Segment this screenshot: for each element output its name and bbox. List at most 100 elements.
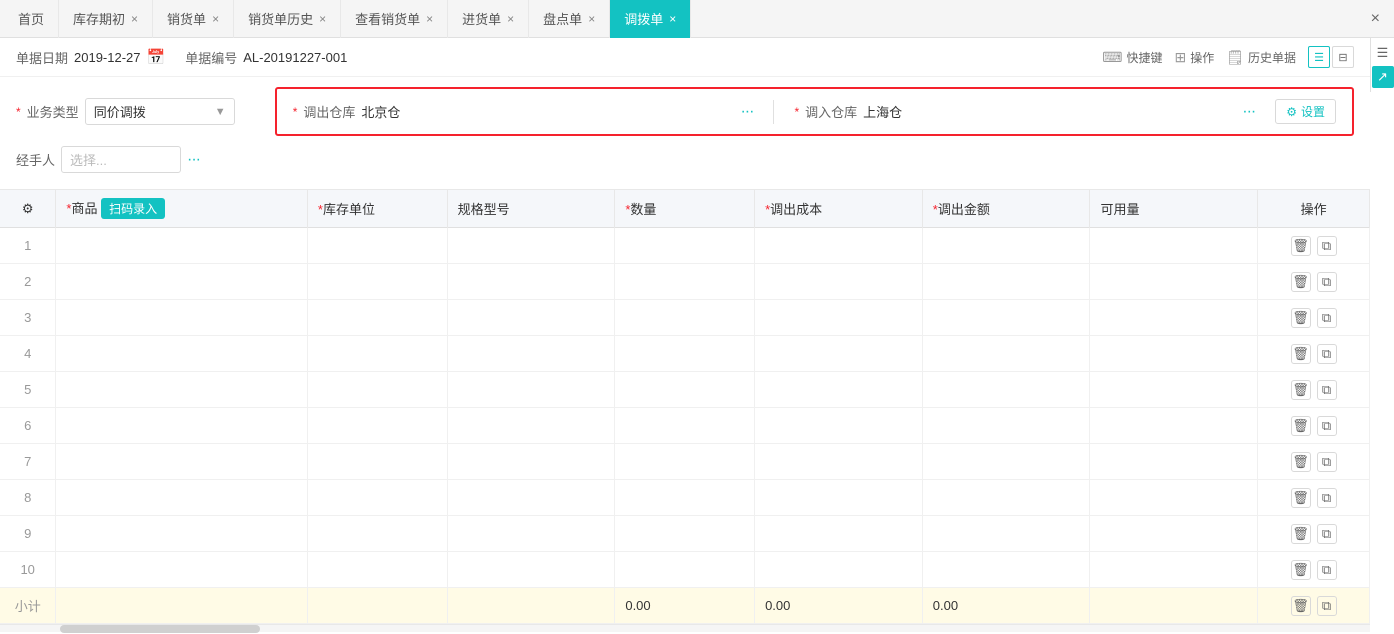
cell-product[interactable] (56, 408, 308, 444)
delete-row-icon[interactable]: 🗑 (1291, 560, 1311, 580)
cell-amount[interactable] (922, 300, 1090, 336)
cell-cost[interactable] (755, 228, 923, 264)
tab-home[interactable]: 首页 (4, 0, 59, 38)
settings-button[interactable]: ⚙ 设置 (1275, 99, 1336, 124)
cell-unit[interactable] (307, 444, 447, 480)
sidebar-expand-icon[interactable]: ↗ (1372, 66, 1394, 88)
delete-row-icon[interactable]: 🗑 (1291, 452, 1311, 472)
history-button[interactable]: 🗒 历史单据 (1226, 49, 1296, 66)
scan-button[interactable]: 扫码录入 (101, 198, 165, 219)
cell-qty[interactable] (615, 516, 755, 552)
cell-unit[interactable] (307, 228, 447, 264)
delete-row-icon[interactable]: 🗑 (1291, 308, 1311, 328)
delete-row-icon[interactable]: 🗑 (1291, 488, 1311, 508)
tab-stocktake[interactable]: 盘点单 × (529, 0, 610, 38)
cell-unit[interactable] (307, 372, 447, 408)
scroll-thumb[interactable] (60, 625, 260, 633)
copy-row-icon[interactable]: ⧉ (1317, 272, 1337, 292)
delete-row-icon[interactable]: 🗑 (1291, 344, 1311, 364)
cell-qty[interactable] (615, 264, 755, 300)
cell-product[interactable] (56, 372, 308, 408)
cell-spec[interactable] (447, 372, 615, 408)
tab-view-sales[interactable]: 查看销货单 × (341, 0, 448, 38)
business-type-select[interactable]: 同价调拨 ▼ (85, 98, 235, 125)
cell-cost[interactable] (755, 408, 923, 444)
cell-unit[interactable] (307, 300, 447, 336)
cell-cost[interactable] (755, 264, 923, 300)
copy-row-icon[interactable]: ⧉ (1317, 344, 1337, 364)
cell-product[interactable] (56, 336, 308, 372)
cell-cost[interactable] (755, 300, 923, 336)
tab-transfer[interactable]: 调拨单 × (610, 0, 691, 38)
cell-product[interactable] (56, 228, 308, 264)
cell-product[interactable] (56, 480, 308, 516)
copy-row-icon[interactable]: ⧉ (1317, 596, 1337, 616)
horizontal-scrollbar[interactable] (0, 624, 1370, 632)
delete-row-icon[interactable]: 🗑 (1291, 416, 1311, 436)
cell-cost[interactable] (755, 480, 923, 516)
cell-amount[interactable] (922, 516, 1090, 552)
cell-product[interactable] (56, 444, 308, 480)
calendar-icon[interactable]: 📅 (147, 48, 166, 66)
handler-select[interactable]: 选择... (61, 146, 181, 173)
cell-amount[interactable] (922, 444, 1090, 480)
cell-qty[interactable] (615, 336, 755, 372)
cell-cost[interactable] (755, 552, 923, 588)
sidebar-list-icon[interactable]: ☰ (1372, 42, 1394, 64)
tab-close-sales-order[interactable]: × (212, 12, 219, 26)
layout-list-icon[interactable]: ☰ (1308, 46, 1330, 68)
col-settings[interactable]: ⚙ (0, 190, 56, 228)
cell-cost[interactable] (755, 516, 923, 552)
tab-close-inventory-init[interactable]: × (131, 12, 138, 26)
cell-product[interactable] (56, 552, 308, 588)
out-warehouse-value[interactable]: 北京仓 (361, 102, 400, 121)
tab-close-purchase[interactable]: × (507, 12, 514, 26)
cell-cost[interactable] (755, 372, 923, 408)
delete-row-icon[interactable]: 🗑 (1291, 236, 1311, 256)
copy-row-icon[interactable]: ⧉ (1317, 416, 1337, 436)
cell-spec[interactable] (447, 228, 615, 264)
cell-unit[interactable] (307, 336, 447, 372)
copy-row-icon[interactable]: ⧉ (1317, 236, 1337, 256)
cell-spec[interactable] (447, 264, 615, 300)
copy-row-icon[interactable]: ⧉ (1317, 452, 1337, 472)
cell-product[interactable] (56, 516, 308, 552)
cell-amount[interactable] (922, 264, 1090, 300)
copy-row-icon[interactable]: ⧉ (1317, 524, 1337, 544)
in-warehouse-value[interactable]: 上海仓 (863, 102, 902, 121)
tab-close-sales-history[interactable]: × (319, 12, 326, 26)
cell-spec[interactable] (447, 336, 615, 372)
cell-unit[interactable] (307, 264, 447, 300)
in-warehouse-more-icon[interactable]: ··· (1242, 103, 1255, 121)
cell-amount[interactable] (922, 552, 1090, 588)
cell-spec[interactable] (447, 480, 615, 516)
cell-spec[interactable] (447, 408, 615, 444)
cell-amount[interactable] (922, 336, 1090, 372)
tab-purchase[interactable]: 进货单 × (448, 0, 529, 38)
copy-row-icon[interactable]: ⧉ (1317, 488, 1337, 508)
window-close-button[interactable]: × (1361, 10, 1390, 28)
tab-close-transfer[interactable]: × (669, 12, 676, 26)
cell-spec[interactable] (447, 552, 615, 588)
handler-more-icon[interactable]: ··· (187, 151, 200, 169)
tab-close-stocktake[interactable]: × (588, 12, 595, 26)
cell-qty[interactable] (615, 444, 755, 480)
copy-row-icon[interactable]: ⧉ (1317, 308, 1337, 328)
cell-product[interactable] (56, 264, 308, 300)
out-warehouse-more-icon[interactable]: ··· (740, 103, 753, 121)
delete-row-icon[interactable]: 🗑 (1291, 272, 1311, 292)
cell-qty[interactable] (615, 552, 755, 588)
tab-sales-history[interactable]: 销货单历史 × (234, 0, 341, 38)
cell-qty[interactable] (615, 372, 755, 408)
cell-qty[interactable] (615, 228, 755, 264)
cell-unit[interactable] (307, 516, 447, 552)
copy-row-icon[interactable]: ⧉ (1317, 560, 1337, 580)
delete-row-icon[interactable]: 🗑 (1291, 596, 1311, 616)
cell-amount[interactable] (922, 372, 1090, 408)
cell-amount[interactable] (922, 228, 1090, 264)
date-value[interactable]: 2019-12-27 (74, 50, 141, 65)
cell-amount[interactable] (922, 408, 1090, 444)
shortcuts-button[interactable]: ⌨ 快捷键 (1102, 49, 1162, 66)
cell-amount[interactable] (922, 480, 1090, 516)
cell-unit[interactable] (307, 480, 447, 516)
